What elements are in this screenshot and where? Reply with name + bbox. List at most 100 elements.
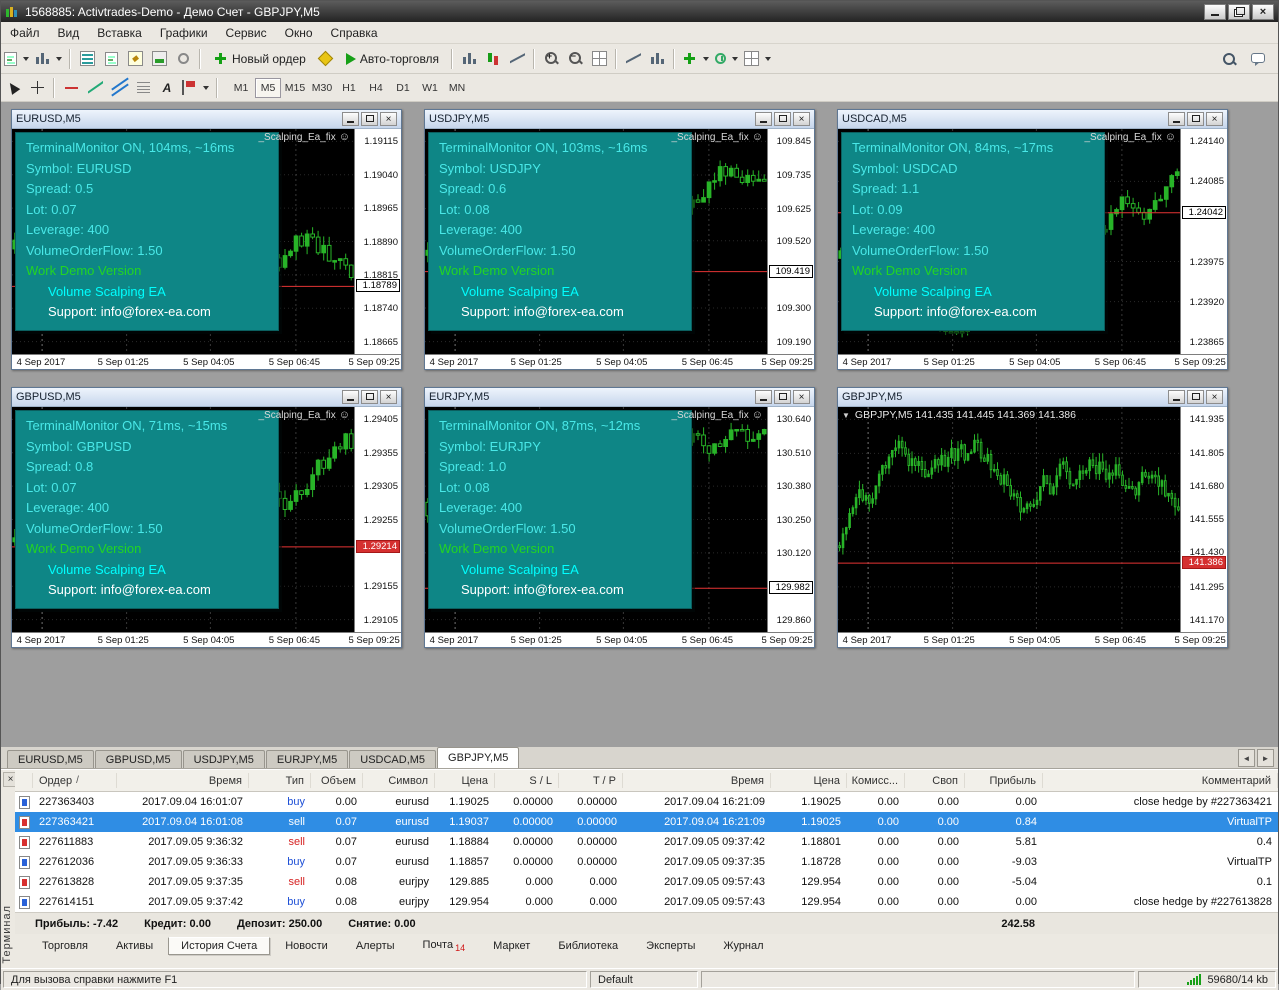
- bar-chart-button[interactable]: [457, 47, 481, 70]
- timeframe-mn[interactable]: MN: [444, 78, 470, 98]
- chart-close-button[interactable]: ×: [1206, 390, 1223, 404]
- terminal-tab-7[interactable]: Библиотека: [545, 937, 631, 955]
- chart-tab-usdcad-m5[interactable]: USDCAD,M5: [349, 750, 437, 768]
- time-axis[interactable]: 4 Sep 2017 5 Sep 01:25 5 Sep 04:05 5 Sep 06…: [12, 632, 401, 647]
- ea-smiley-icon[interactable]: ☺: [752, 409, 763, 421]
- time-axis[interactable]: 4 Sep 2017 5 Sep 01:25 5 Sep 04:05 5 Sep 06…: [425, 632, 814, 647]
- terminal-tab-2[interactable]: История Счета: [168, 937, 271, 955]
- chart-plot[interactable]: TerminalMonitor ON, 87ms, ~12ms Symbol: E…: [425, 407, 767, 632]
- chart-plot[interactable]: TerminalMonitor ON, 84ms, ~17ms Symbol: U…: [838, 129, 1180, 354]
- column-header-13[interactable]: Комментарий: [1043, 773, 1278, 788]
- ea-name-label[interactable]: _Scalping_Ea_fix ☺: [671, 131, 763, 143]
- chart-window[interactable]: GBPJPY,M5 × ☺ ▼ GBPJPY,M5 141.435 141.44…: [837, 387, 1228, 648]
- chart-window-titlebar[interactable]: GBPJPY,M5 ×: [838, 388, 1227, 407]
- chart-close-button[interactable]: ×: [793, 112, 810, 126]
- column-header-12[interactable]: Прибыль: [965, 773, 1043, 788]
- chart-window-titlebar[interactable]: EURJPY,M5 ×: [425, 388, 814, 407]
- history-row[interactable]: 227363403 2017.09.04 16:01:07 buy 0.00 eurus…: [15, 792, 1278, 812]
- search-button[interactable]: [1216, 47, 1240, 70]
- cursor-button[interactable]: [1, 76, 25, 99]
- tabs-scroll-right-button[interactable]: ►: [1257, 749, 1274, 767]
- line-chart-button[interactable]: [505, 47, 529, 70]
- timeframe-w1[interactable]: W1: [417, 78, 443, 98]
- history-row[interactable]: 227613828 2017.09.05 9:37:35 sell 0.08 eurjp…: [15, 872, 1278, 892]
- terminal-tab-6[interactable]: Маркет: [480, 937, 543, 955]
- chart-tab-eurjpy-m5[interactable]: EURJPY,M5: [265, 750, 349, 768]
- text-button[interactable]: A: [155, 76, 179, 99]
- navigator-button[interactable]: ◆: [123, 47, 147, 70]
- chart-tab-eurusd-m5[interactable]: EURUSD,M5: [7, 750, 94, 768]
- arrows-button[interactable]: [179, 76, 212, 99]
- column-header-4[interactable]: Символ: [363, 773, 435, 788]
- history-row[interactable]: 227363421 2017.09.04 16:01:08 sell 0.07 euru…: [15, 812, 1278, 832]
- time-axis[interactable]: 4 Sep 2017 5 Sep 01:25 5 Sep 04:05 5 Sep 06…: [12, 354, 401, 369]
- price-axis[interactable]: 109.845 109.735 109.625 109.520 109.300 109.1…: [767, 129, 814, 354]
- ea-smiley-icon[interactable]: ☺: [339, 131, 350, 143]
- ea-name-label[interactable]: _Scalping_Ea_fix ☺: [258, 131, 350, 143]
- time-axis[interactable]: 4 Sep 2017 5 Sep 01:25 5 Sep 04:05 5 Sep 06…: [425, 354, 814, 369]
- new-chart-button[interactable]: [1, 47, 32, 70]
- timeframe-m30[interactable]: M30: [309, 78, 335, 98]
- chart-close-button[interactable]: ×: [793, 390, 810, 404]
- timeframe-h4[interactable]: H4: [363, 78, 389, 98]
- terminal-tab-1[interactable]: Активы: [103, 937, 166, 955]
- chart-plot[interactable]: ☺ ▼ GBPJPY,M5 141.435 141.445 141.369 14…: [838, 407, 1180, 632]
- chart-close-button[interactable]: ×: [380, 112, 397, 126]
- crosshair-button[interactable]: [25, 76, 49, 99]
- timeframe-m15[interactable]: M15: [282, 78, 308, 98]
- chart-restore-button[interactable]: [361, 390, 378, 404]
- chart-restore-button[interactable]: [774, 112, 791, 126]
- horizontal-line-button[interactable]: [59, 76, 83, 99]
- chart-minimize-button[interactable]: [342, 112, 359, 126]
- profiles-button[interactable]: [32, 47, 65, 70]
- column-header-5[interactable]: Цена: [435, 773, 495, 788]
- menu-item-6[interactable]: Справка: [322, 26, 387, 40]
- menu-item-4[interactable]: Сервис: [217, 26, 276, 40]
- chat-button[interactable]: [1246, 47, 1270, 70]
- column-header-11[interactable]: Своп: [905, 773, 965, 788]
- menu-item-0[interactable]: Файл: [1, 26, 49, 40]
- terminal-tab-4[interactable]: Алерты: [343, 937, 408, 955]
- column-header-7[interactable]: T / P: [559, 773, 623, 788]
- chart-shift-button[interactable]: [645, 47, 669, 70]
- minimize-button[interactable]: [1204, 3, 1226, 20]
- chart-window[interactable]: GBPUSD,M5 × TerminalMonitor ON, 71ms, ~1…: [11, 387, 402, 648]
- column-header-10[interactable]: Комисс...: [847, 773, 905, 788]
- menu-item-1[interactable]: Вид: [49, 26, 89, 40]
- chart-minimize-button[interactable]: [755, 390, 772, 404]
- ea-smiley-icon[interactable]: ☺: [752, 131, 763, 143]
- status-profile[interactable]: Default: [590, 971, 698, 988]
- timeframe-m5[interactable]: M5: [255, 77, 281, 98]
- chart-restore-button[interactable]: [1187, 112, 1204, 126]
- terminal-tab-9[interactable]: Журнал: [710, 937, 776, 955]
- timeframe-h1[interactable]: H1: [336, 78, 362, 98]
- price-axis[interactable]: 141.935 141.805 141.680 141.555 141.430 141.2…: [1180, 407, 1227, 632]
- data-window-button[interactable]: [99, 47, 123, 70]
- templates-button[interactable]: [741, 47, 774, 70]
- auto-scroll-button[interactable]: [621, 47, 645, 70]
- collapse-arrow-icon[interactable]: ▼: [842, 411, 850, 420]
- chart-plot[interactable]: TerminalMonitor ON, 104ms, ~16ms Symbol: …: [12, 129, 354, 354]
- chart-plot[interactable]: TerminalMonitor ON, 71ms, ~15ms Symbol: G…: [12, 407, 354, 632]
- candlestick-button[interactable]: [481, 47, 505, 70]
- autotrading-button[interactable]: Авто-торговля: [338, 47, 447, 70]
- price-axis[interactable]: 1.29405 1.29355 1.29305 1.29255 1.29155 1.291…: [354, 407, 401, 632]
- column-header-9[interactable]: Цена: [771, 773, 847, 788]
- chart-window-titlebar[interactable]: USDJPY,M5 ×: [425, 110, 814, 129]
- chart-plot[interactable]: TerminalMonitor ON, 103ms, ~16ms Symbol: …: [425, 129, 767, 354]
- ea-name-label[interactable]: _Scalping_Ea_fix ☺: [671, 409, 763, 421]
- channel-button[interactable]: [107, 76, 131, 99]
- market-watch-button[interactable]: [75, 47, 99, 70]
- history-row[interactable]: 227611883 2017.09.05 9:36:32 sell 0.07 eurus…: [15, 832, 1278, 852]
- column-header-0[interactable]: Ордер /: [33, 773, 117, 788]
- chart-window[interactable]: EURUSD,M5 × TerminalMonitor ON, 104ms, ~…: [11, 109, 402, 370]
- restore-button[interactable]: [1228, 3, 1250, 20]
- time-axis[interactable]: 4 Sep 2017 5 Sep 01:25 5 Sep 04:05 5 Sep 06…: [838, 354, 1227, 369]
- chart-minimize-button[interactable]: [1168, 112, 1185, 126]
- menu-item-5[interactable]: Окно: [276, 26, 322, 40]
- price-axis[interactable]: 130.640 130.510 130.380 130.250 130.120 129.8…: [767, 407, 814, 632]
- terminal-tab-3[interactable]: Новости: [272, 937, 341, 955]
- terminal-tab-5[interactable]: Почта 14: [410, 936, 479, 956]
- chart-tab-gbpusd-m5[interactable]: GBPUSD,M5: [94, 750, 182, 768]
- chart-restore-button[interactable]: [774, 390, 791, 404]
